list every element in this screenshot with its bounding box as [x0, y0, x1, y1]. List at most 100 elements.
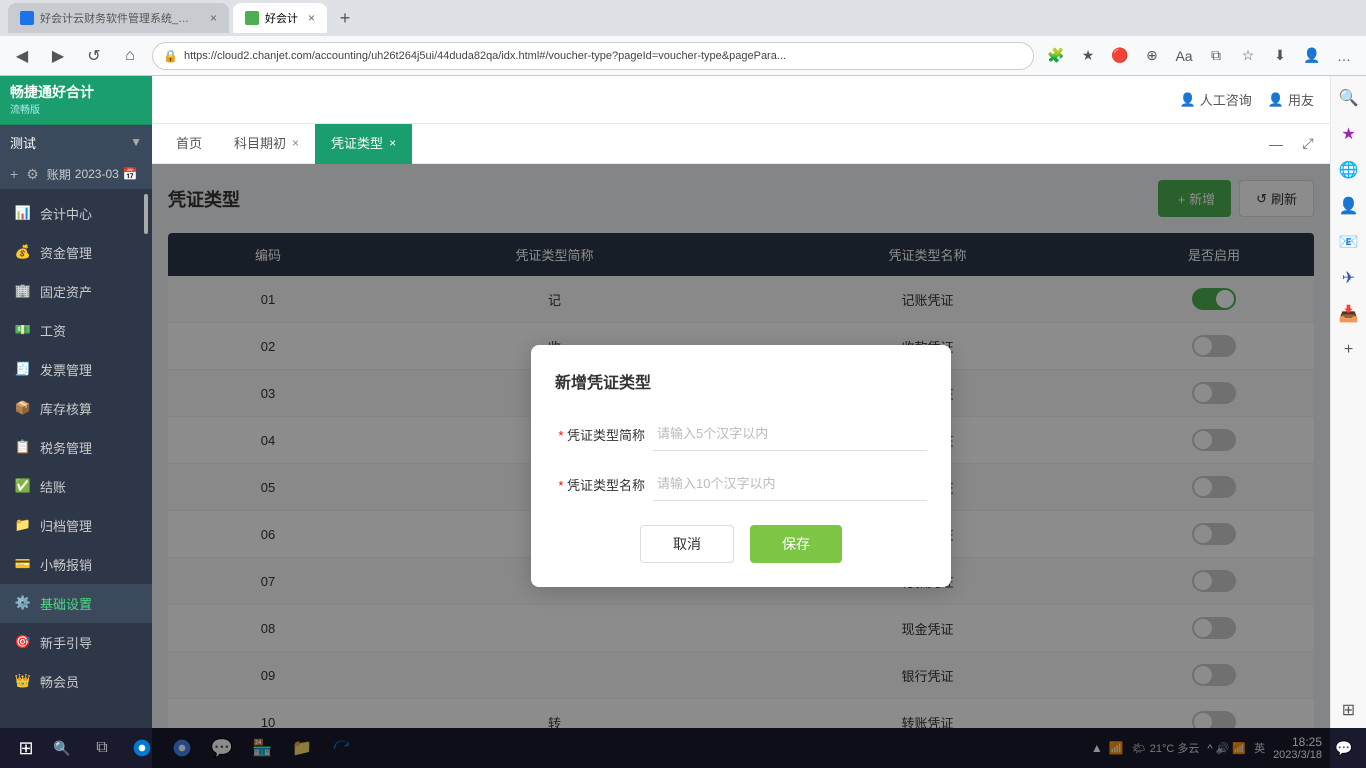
- lock-icon: 🔒: [163, 49, 178, 63]
- user-label: 用友: [1288, 90, 1314, 109]
- right-star-icon[interactable]: ★: [1335, 120, 1363, 148]
- abbr-label: 凭证类型简称: [555, 425, 645, 444]
- add-company-button[interactable]: +: [10, 166, 18, 182]
- tab-voucher-type[interactable]: 凭证类型 ×: [315, 124, 412, 164]
- modal-dialog: 新增凭证类型 凭证类型简称 凭证类型名称 取消 保存: [531, 345, 951, 587]
- tab-home[interactable]: 首页: [160, 124, 218, 164]
- guide-icon: 🎯: [14, 633, 32, 651]
- sidebar-item-inventory[interactable]: 📦 库存核算: [0, 389, 152, 428]
- taskbar-notification-button[interactable]: 💬: [1330, 734, 1358, 762]
- sidebar-item-settlement-label: 结账: [40, 477, 66, 496]
- member-icon: 👑: [14, 672, 32, 690]
- name-input[interactable]: [653, 467, 927, 501]
- browser-tab-2[interactable]: 好会计 ×: [233, 3, 327, 33]
- sidebar-item-guide[interactable]: 🎯 新手引导: [0, 623, 152, 662]
- right-feather-icon[interactable]: ✈: [1335, 264, 1363, 292]
- sidebar-item-inventory-label: 库存核算: [40, 399, 92, 418]
- company-selector[interactable]: 测试 ▼: [0, 125, 152, 160]
- right-download-icon[interactable]: 📥: [1335, 300, 1363, 328]
- share-button[interactable]: ⊕: [1138, 42, 1166, 70]
- cancel-button[interactable]: 取消: [640, 525, 734, 563]
- modal-actions: 取消 保存: [555, 525, 927, 563]
- forward-button[interactable]: ▶: [44, 42, 72, 70]
- right-person-icon[interactable]: 👤: [1335, 192, 1363, 220]
- tab-subject-label: 科目期初: [234, 133, 286, 152]
- settings-menu-icon: ⚙️: [14, 594, 32, 612]
- home-button[interactable]: ⌂: [116, 42, 144, 70]
- sidebar-item-invoice-label: 发票管理: [40, 360, 92, 379]
- more-button[interactable]: …: [1330, 42, 1358, 70]
- tax-icon: 📋: [14, 438, 32, 456]
- modal-title: 新增凭证类型: [555, 369, 927, 393]
- profile-button[interactable]: 👤: [1298, 42, 1326, 70]
- refresh-button[interactable]: ↺: [80, 42, 108, 70]
- tab-subject[interactable]: 科目期初 ×: [218, 124, 315, 164]
- right-outlook-icon[interactable]: 📧: [1335, 228, 1363, 256]
- tab-subject-close[interactable]: ×: [292, 136, 299, 150]
- tab-maximize-button[interactable]: ⤢: [1294, 130, 1322, 158]
- tab1-close[interactable]: ×: [210, 11, 217, 25]
- sidebar-header: 畅捷通好合计 流畅版: [0, 76, 152, 125]
- app-wrapper: 畅捷通好合计 流畅版 测试 ▼ + ⚙ 账期 2023-03 📅: [0, 76, 1366, 768]
- support-label: 人工咨询: [1200, 90, 1252, 109]
- split-view-button[interactable]: ⧉: [1202, 42, 1230, 70]
- url-box[interactable]: 🔒 https://cloud2.chanjet.com/accounting/…: [152, 42, 1034, 70]
- company-dropdown-icon: ▼: [130, 135, 142, 149]
- right-sidebar: 🔍 ★ 🌐 👤 📧 ✈ 📥 + ⊞ ⚙: [1330, 76, 1366, 768]
- right-browser-icon[interactable]: 🌐: [1335, 156, 1363, 184]
- taskbar-search-button[interactable]: 🔍: [48, 734, 76, 762]
- period-info: 账期 2023-03 📅: [47, 166, 138, 183]
- right-search-icon[interactable]: 🔍: [1335, 84, 1363, 112]
- sidebar-item-invoice[interactable]: 🧾 发票管理: [0, 350, 152, 389]
- sidebar-item-tax-label: 税务管理: [40, 438, 92, 457]
- save-button[interactable]: 保存: [750, 525, 842, 563]
- bookmark-button[interactable]: ☆: [1234, 42, 1262, 70]
- extensions-button[interactable]: 🧩: [1042, 42, 1070, 70]
- abbr-input[interactable]: [653, 417, 927, 451]
- sidebar-item-settlement[interactable]: ✅ 结账: [0, 467, 152, 506]
- taskbar-task-view[interactable]: ⧉: [84, 730, 120, 766]
- favorites-button[interactable]: ★: [1074, 42, 1102, 70]
- start-button[interactable]: ⊞: [8, 730, 44, 766]
- assets-icon: 🏢: [14, 282, 32, 300]
- sidebar-logo: 畅捷通好合计 流畅版: [10, 84, 94, 116]
- abbr-field: 凭证类型简称: [555, 417, 927, 451]
- tab-voucher-type-close[interactable]: ×: [389, 136, 396, 150]
- tab2-title: 好会计: [265, 10, 298, 26]
- settings-button[interactable]: 🔴: [1106, 42, 1134, 70]
- archive-icon: 📁: [14, 516, 32, 534]
- sidebar-item-dashboard[interactable]: 📊 会计中心: [0, 194, 152, 233]
- period-value: 2023-03: [75, 167, 119, 181]
- back-button[interactable]: ◀: [8, 42, 36, 70]
- salary-icon: 💵: [14, 321, 32, 339]
- settlement-icon: ✅: [14, 477, 32, 495]
- user-button[interactable]: 👤 用友: [1268, 90, 1314, 109]
- sidebar-item-assets[interactable]: 🏢 固定资产: [0, 272, 152, 311]
- tab-minimize-button[interactable]: —: [1262, 130, 1290, 158]
- sidebar-item-salary[interactable]: 💵 工资: [0, 311, 152, 350]
- modal-overlay: 新增凭证类型 凭证类型简称 凭证类型名称 取消 保存: [152, 164, 1330, 768]
- tab1-favicon: [20, 11, 34, 25]
- invoice-icon: 🧾: [14, 360, 32, 378]
- sidebar-item-settings[interactable]: ⚙️ 基础设置: [0, 584, 152, 623]
- tab2-close[interactable]: ×: [308, 11, 315, 25]
- sidebar-item-tax[interactable]: 📋 税务管理: [0, 428, 152, 467]
- right-table-icon[interactable]: ⊞: [1335, 696, 1363, 724]
- reading-button[interactable]: Aa: [1170, 42, 1198, 70]
- right-add-icon[interactable]: +: [1335, 336, 1363, 364]
- sidebar-item-expense-label: 小畅报销: [40, 555, 92, 574]
- app-header: 👤 人工咨询 👤 用友: [152, 76, 1330, 124]
- settings-icon[interactable]: ⚙: [26, 166, 39, 183]
- user-icon: 👤: [1268, 92, 1284, 108]
- sidebar-toolbar: + ⚙ 账期 2023-03 📅: [0, 160, 152, 190]
- sidebar-item-member-label: 畅会员: [40, 672, 79, 691]
- sidebar-item-archive[interactable]: 📁 归档管理: [0, 506, 152, 545]
- sidebar-item-expense[interactable]: 💳 小畅报销: [0, 545, 152, 584]
- sidebar-item-finance[interactable]: 💰 资金管理: [0, 233, 152, 272]
- sidebar-item-settings-label: 基础设置: [40, 594, 92, 613]
- download-button[interactable]: ⬇: [1266, 42, 1294, 70]
- support-button[interactable]: 👤 人工咨询: [1180, 90, 1252, 109]
- new-tab-button[interactable]: +: [331, 4, 359, 32]
- browser-tab-1[interactable]: 好会计云财务软件管理系统_会计 ×: [8, 3, 229, 33]
- sidebar-item-member[interactable]: 👑 畅会员: [0, 662, 152, 701]
